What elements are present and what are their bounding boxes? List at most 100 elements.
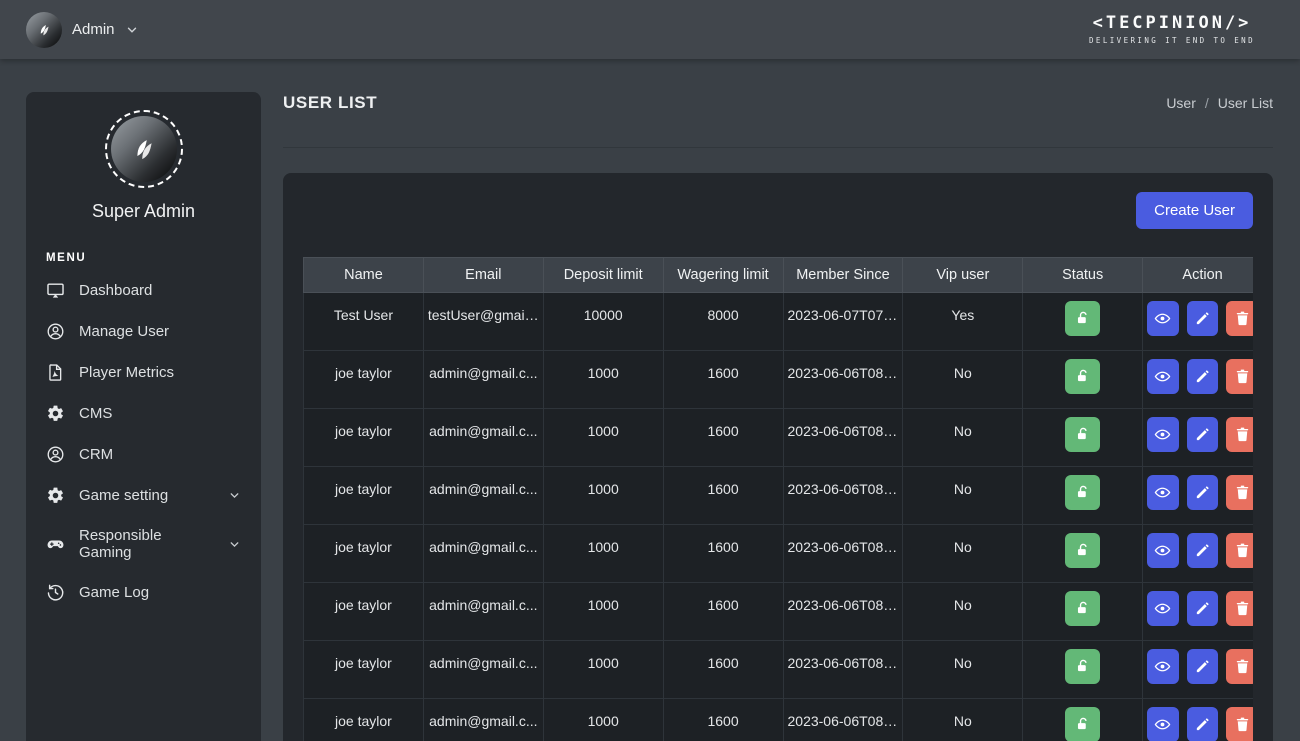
edit-button[interactable] bbox=[1186, 707, 1219, 741]
edit-button[interactable] bbox=[1186, 475, 1219, 510]
sidebar-item-game-log[interactable]: Game Log bbox=[26, 572, 261, 613]
top-navbar: Admin <TECPINION/> DELIVERING IT END TO … bbox=[0, 0, 1300, 59]
pencil-icon bbox=[1194, 484, 1211, 501]
table-row: joe taylor admin@gmail.c... 1000 1600 2023-0… bbox=[303, 408, 1253, 467]
status-unlock-button[interactable] bbox=[1065, 707, 1101, 741]
action-cell bbox=[1142, 640, 1253, 699]
column-header-name: Name bbox=[303, 257, 424, 293]
view-button[interactable] bbox=[1147, 707, 1179, 741]
delete-button[interactable] bbox=[1226, 359, 1253, 394]
trash-icon bbox=[1234, 716, 1251, 733]
breadcrumb-parent[interactable]: User bbox=[1166, 95, 1196, 111]
view-button[interactable] bbox=[1147, 533, 1179, 568]
wagering-limit-cell: 1600 bbox=[662, 640, 784, 699]
action-buttons bbox=[1147, 475, 1253, 510]
trash-icon bbox=[1234, 310, 1251, 327]
edit-button[interactable] bbox=[1186, 591, 1219, 626]
status-unlock-button[interactable] bbox=[1065, 649, 1101, 684]
user-list-card: Create User Name Email Deposit limit Wageri… bbox=[283, 173, 1273, 741]
status-cell bbox=[1022, 292, 1144, 351]
column-header-action: Action bbox=[1142, 257, 1253, 293]
sidebar-item-manage-user[interactable]: Manage User bbox=[26, 311, 261, 352]
name-cell: joe taylor bbox=[303, 350, 424, 409]
eye-icon bbox=[1154, 426, 1171, 443]
wagering-limit-cell: 1600 bbox=[662, 408, 784, 467]
status-cell bbox=[1022, 408, 1144, 467]
delete-button[interactable] bbox=[1226, 533, 1253, 568]
sidebar-item-dashboard[interactable]: Dashboard bbox=[26, 270, 261, 311]
deposit-limit-cell: 1000 bbox=[542, 582, 664, 641]
table-row: joe taylor admin@gmail.c... 1000 1600 2023-0… bbox=[303, 640, 1253, 699]
table-row: joe taylor admin@gmail.c... 1000 1600 2023-0… bbox=[303, 350, 1253, 409]
sidebar-item-crm[interactable]: CRM bbox=[26, 434, 261, 475]
name-cell: Test User bbox=[303, 292, 424, 351]
status-cell bbox=[1022, 350, 1144, 409]
member-since-cell: 2023-06-07T07:... bbox=[782, 292, 904, 351]
create-user-button[interactable]: Create User bbox=[1136, 192, 1253, 229]
pencil-icon bbox=[1194, 542, 1211, 559]
wagering-limit-cell: 1600 bbox=[662, 466, 784, 525]
view-button[interactable] bbox=[1147, 359, 1179, 394]
delete-button[interactable] bbox=[1226, 707, 1253, 741]
sidebar-item-label: CRM bbox=[79, 446, 114, 463]
unlock-icon bbox=[1074, 658, 1091, 675]
view-button[interactable] bbox=[1147, 301, 1179, 336]
wagering-limit-cell: 8000 bbox=[662, 292, 784, 351]
member-since-cell: 2023-06-06T08:... bbox=[782, 466, 904, 525]
user-table-wrap: Name Email Deposit limit Wagering limit Memb… bbox=[303, 257, 1253, 741]
delete-button[interactable] bbox=[1226, 475, 1253, 510]
user-table: Name Email Deposit limit Wagering limit Memb… bbox=[303, 257, 1253, 741]
delete-button[interactable] bbox=[1226, 591, 1253, 626]
column-header-email: Email bbox=[422, 257, 544, 293]
gear-icon bbox=[46, 486, 65, 505]
wagering-limit-cell: 1600 bbox=[662, 698, 784, 741]
view-button[interactable] bbox=[1147, 649, 1179, 684]
delete-button[interactable] bbox=[1226, 417, 1253, 452]
column-header-deposit-limit: Deposit limit bbox=[542, 257, 664, 293]
deposit-limit-cell: 10000 bbox=[542, 292, 664, 351]
sidebar-item-game-setting[interactable]: Game setting bbox=[26, 475, 261, 516]
edit-button[interactable] bbox=[1186, 533, 1219, 568]
table-row: joe taylor admin@gmail.c... 1000 1600 2023-0… bbox=[303, 698, 1253, 741]
user-circle-icon bbox=[46, 322, 65, 341]
deposit-limit-cell: 1000 bbox=[542, 350, 664, 409]
delete-button[interactable] bbox=[1226, 649, 1253, 684]
view-button[interactable] bbox=[1147, 591, 1179, 626]
status-unlock-button[interactable] bbox=[1065, 533, 1101, 568]
delete-button[interactable] bbox=[1226, 301, 1253, 336]
vip-user-cell: Yes bbox=[902, 292, 1024, 351]
admin-menu[interactable]: Admin bbox=[26, 11, 139, 48]
action-buttons bbox=[1147, 707, 1253, 741]
edit-button[interactable] bbox=[1186, 359, 1219, 394]
sidebar-item-cms[interactable]: CMS bbox=[26, 393, 261, 434]
eye-icon bbox=[1154, 600, 1171, 617]
status-unlock-button[interactable] bbox=[1065, 475, 1101, 510]
sidebar-item-label: Dashboard bbox=[79, 282, 153, 299]
unlock-icon bbox=[1074, 716, 1091, 733]
view-button[interactable] bbox=[1147, 417, 1179, 452]
status-unlock-button[interactable] bbox=[1065, 359, 1101, 394]
deposit-limit-cell: 1000 bbox=[542, 698, 664, 741]
vip-user-cell: No bbox=[902, 466, 1024, 525]
sidebar-item-player-metrics[interactable]: Player Metrics bbox=[26, 352, 261, 393]
status-cell bbox=[1022, 466, 1144, 525]
action-cell bbox=[1142, 350, 1253, 409]
status-unlock-button[interactable] bbox=[1065, 591, 1101, 626]
view-button[interactable] bbox=[1147, 475, 1179, 510]
wagering-limit-cell: 1600 bbox=[662, 582, 784, 641]
vip-user-cell: No bbox=[902, 350, 1024, 409]
email-cell: admin@gmail.c... bbox=[422, 582, 544, 641]
status-unlock-button[interactable] bbox=[1065, 301, 1101, 336]
status-unlock-button[interactable] bbox=[1065, 417, 1101, 452]
edit-button[interactable] bbox=[1186, 301, 1219, 336]
eye-icon bbox=[1154, 716, 1171, 733]
edit-button[interactable] bbox=[1186, 649, 1219, 684]
action-cell bbox=[1142, 466, 1253, 525]
table-row: joe taylor admin@gmail.c... 1000 1600 2023-0… bbox=[303, 466, 1253, 525]
member-since-cell: 2023-06-06T08:... bbox=[782, 582, 904, 641]
sidebar-item-responsible-gaming[interactable]: Responsible Gaming bbox=[26, 516, 261, 572]
email-cell: admin@gmail.c... bbox=[422, 466, 544, 525]
trash-icon bbox=[1234, 484, 1251, 501]
edit-button[interactable] bbox=[1186, 417, 1219, 452]
sidebar-item-label: Player Metrics bbox=[79, 364, 175, 381]
